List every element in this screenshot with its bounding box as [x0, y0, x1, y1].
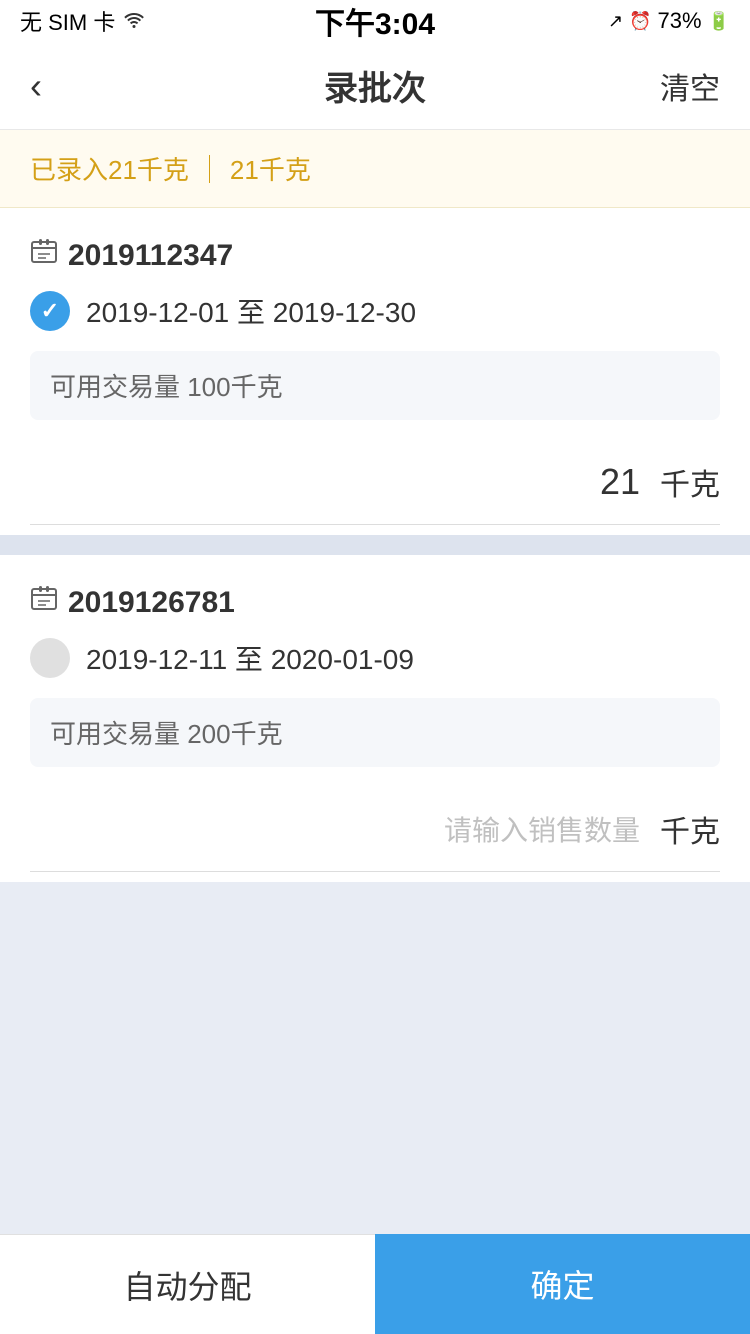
batch-card-1: 2019112347 ✓ 2019-12-01 至 2019-12-30 可用交…	[0, 208, 750, 535]
batch-date-1: 2019-12-01 至 2019-12-30	[86, 291, 416, 331]
batch-icon-2	[30, 585, 58, 620]
quantity-unit-2: 千克	[660, 807, 720, 851]
batch-date-row-1[interactable]: ✓ 2019-12-01 至 2019-12-30	[0, 283, 750, 341]
batch-icon-1	[30, 238, 58, 273]
summary-label: 已录入21千克	[30, 150, 189, 187]
batch-date-2: 2019-12-11 至 2020-01-09	[86, 638, 414, 678]
status-bar-time: 下午3:04	[315, 0, 435, 43]
summary-value: 21千克	[230, 150, 311, 187]
batch-number-1: 2019112347	[68, 239, 233, 273]
content-area: 已录入21千克 21千克 2019112347 ✓ 2019-12-	[0, 130, 750, 1282]
quantity-unit-1: 千克	[660, 460, 720, 504]
nav-bar: ‹ 录批次 清空	[0, 42, 750, 130]
battery-icon: 🔋	[708, 11, 730, 32]
batch-avail-2: 可用交易量 200千克	[30, 698, 720, 767]
quantity-row-2: 请输入销售数量 千克	[0, 787, 750, 871]
batch-number-2: 2019126781	[68, 586, 235, 620]
batch-avail-1: 可用交易量 100千克	[30, 351, 720, 420]
page-title: 录批次	[324, 61, 426, 110]
checkmark-1: ✓	[41, 298, 59, 324]
auto-distribute-button[interactable]: 自动分配	[0, 1234, 375, 1334]
summary-bar: 已录入21千克 21千克	[0, 130, 750, 208]
quantity-row-1: 21 千克	[0, 440, 750, 524]
wifi-icon	[123, 8, 145, 34]
batch-checkbox-1[interactable]: ✓	[30, 291, 70, 331]
quantity-value-1[interactable]: 21	[600, 461, 640, 503]
battery-text: 73%	[658, 8, 702, 34]
quantity-separator-2	[30, 871, 720, 882]
batch-header-1: 2019112347	[0, 208, 750, 283]
quantity-separator-1	[30, 524, 720, 535]
status-bar-left: 无 SIM 卡	[20, 5, 145, 37]
batch-card-2: 2019126781 2019-12-11 至 2020-01-09 可用交易量…	[0, 555, 750, 882]
summary-divider	[209, 155, 210, 183]
carrier-text: 无 SIM 卡	[20, 5, 115, 37]
quantity-placeholder-2[interactable]: 请输入销售数量	[444, 809, 640, 849]
status-bar-right: ↗ ⏰ 73% 🔋	[608, 8, 730, 34]
batch-header-2: 2019126781	[0, 555, 750, 630]
batch-checkbox-2[interactable]	[30, 638, 70, 678]
bottom-bar: 自动分配 确定	[0, 1234, 750, 1334]
status-bar: 无 SIM 卡 下午3:04 ↗ ⏰ 73% 🔋	[0, 0, 750, 42]
confirm-button[interactable]: 确定	[375, 1234, 750, 1334]
back-button[interactable]: ‹	[30, 65, 42, 107]
clear-button[interactable]: 清空	[660, 64, 720, 108]
alarm-icon: ⏰	[629, 11, 651, 32]
location-icon: ↗	[608, 11, 623, 32]
bottom-empty-area	[0, 882, 750, 1282]
batch-date-row-2[interactable]: 2019-12-11 至 2020-01-09	[0, 630, 750, 688]
section-separator	[0, 535, 750, 555]
